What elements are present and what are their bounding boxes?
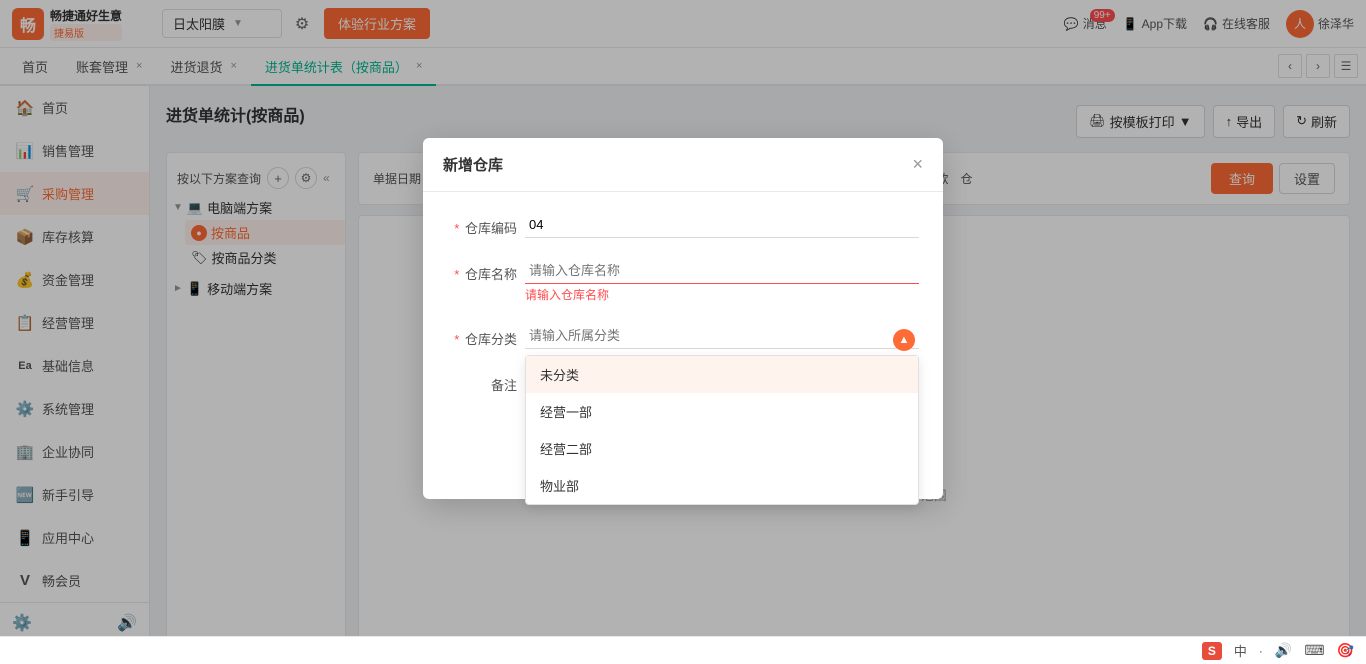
- modal-title: 新增仓库: [443, 154, 503, 175]
- dropdown-item-property[interactable]: 物业部: [526, 467, 918, 504]
- warehouse-code-row: * 仓库编码: [447, 212, 919, 238]
- notes-label: 备注: [447, 369, 517, 394]
- category-select-wrap: ▲ 未分类 经营一部 经营二部 物业部: [525, 323, 919, 349]
- status-dot-icon: ·: [1259, 644, 1263, 658]
- category-dropdown: 未分类 经营一部 经营二部 物业部: [525, 355, 919, 505]
- warehouse-code-input[interactable]: [525, 212, 919, 238]
- keyboard-status-icon[interactable]: ⌨: [1304, 642, 1324, 659]
- warehouse-category-row: * 仓库分类 ▲ 未分类 经营一部 经营二部 物业部: [447, 323, 919, 349]
- name-error-text: 请输入仓库名称: [525, 286, 919, 303]
- add-warehouse-modal: 新增仓库 × * 仓库编码 * 仓库名称 请输入仓库名称: [423, 138, 943, 499]
- category-label: * 仓库分类: [447, 323, 517, 348]
- dropdown-item-ops1[interactable]: 经营一部: [526, 393, 918, 430]
- sound-status-icon[interactable]: 🔊: [1275, 642, 1292, 659]
- warehouse-name-row: * 仓库名称 请输入仓库名称: [447, 258, 919, 303]
- category-chevron-icon[interactable]: ▲: [893, 329, 915, 351]
- modal-header: 新增仓库 ×: [423, 138, 943, 192]
- dropdown-item-none[interactable]: 未分类: [526, 356, 918, 393]
- name-input-wrap: 请输入仓库名称: [525, 258, 919, 303]
- status-s-icon: S: [1202, 642, 1222, 660]
- warehouse-name-input[interactable]: [525, 258, 919, 284]
- status-bar: S 中 · 🔊 ⌨ 🎯: [0, 636, 1366, 664]
- name-label: * 仓库名称: [447, 258, 517, 283]
- code-label: * 仓库编码: [447, 212, 517, 237]
- modal-overlay[interactable]: 新增仓库 × * 仓库编码 * 仓库名称 请输入仓库名称: [0, 0, 1366, 636]
- modal-close-button[interactable]: ×: [912, 154, 923, 175]
- dropdown-item-ops2[interactable]: 经营二部: [526, 430, 918, 467]
- status-zh-icon: 中: [1234, 641, 1247, 660]
- modal-body: * 仓库编码 * 仓库名称 请输入仓库名称 *: [423, 192, 943, 439]
- category-input[interactable]: [525, 323, 919, 349]
- target-status-icon[interactable]: 🎯: [1337, 642, 1354, 659]
